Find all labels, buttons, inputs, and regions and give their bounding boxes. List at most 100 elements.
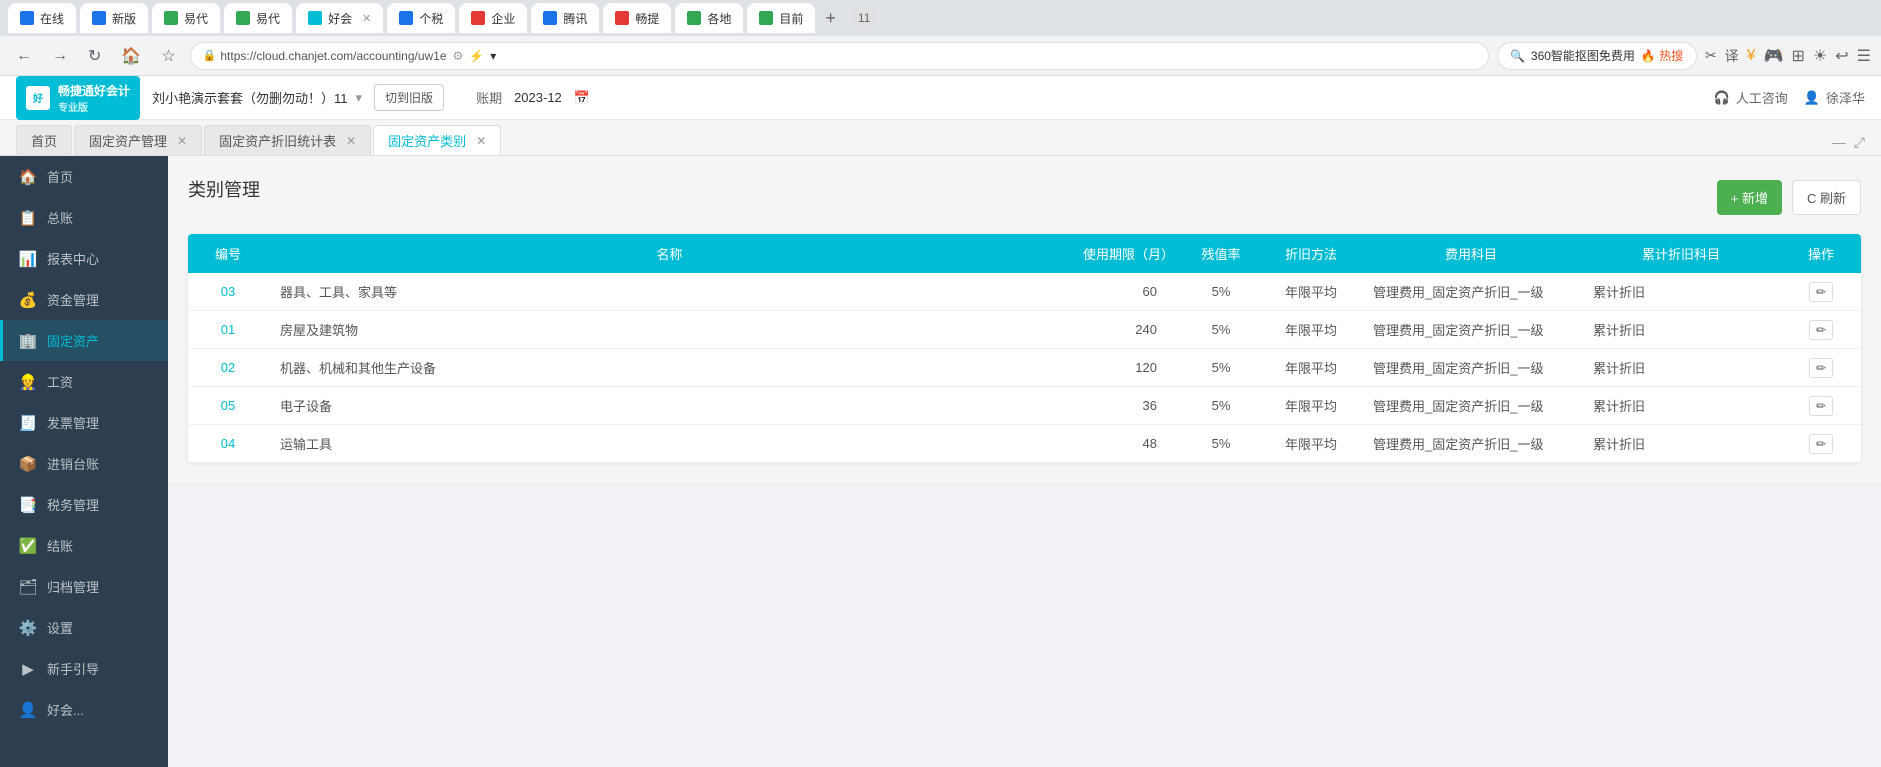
sidebar-item-checkout[interactable]: ✅ 结账	[0, 525, 168, 566]
new-tab-button[interactable]: +	[819, 8, 842, 29]
cell-code-0[interactable]: 03	[188, 273, 268, 311]
add-button[interactable]: + 新增	[1717, 180, 1782, 215]
tab-label-3: 易代	[256, 10, 280, 27]
undo-icon: ↩	[1835, 46, 1848, 66]
browser-tab-5[interactable]: 个税	[387, 3, 455, 33]
sidebar-item-home[interactable]: 🏠 首页	[0, 156, 168, 197]
browser-tab-2[interactable]: 易代	[152, 3, 220, 33]
browser-tab-10[interactable]: 目前	[747, 3, 815, 33]
cell-code-4[interactable]: 04	[188, 425, 268, 463]
col-header-op: 操作	[1781, 234, 1861, 273]
funds-icon: 💰	[19, 291, 37, 309]
cell-action-3[interactable]: ✏	[1781, 387, 1861, 425]
tab-label-4: 好会	[328, 10, 352, 27]
back-button[interactable]: ←	[10, 43, 38, 69]
sidebar-item-archive[interactable]: 🗂 归档管理	[0, 566, 168, 607]
browser-tab-9[interactable]: 各地	[675, 3, 743, 33]
forward-button[interactable]: →	[46, 43, 74, 69]
toolbar: + 新增 C 刷新	[1717, 180, 1861, 215]
browser-tab-0[interactable]: 在线	[8, 3, 76, 33]
sidebar-item-fixed-asset[interactable]: 🏢 固定资产	[0, 320, 168, 361]
home-button[interactable]: 🏠	[115, 42, 147, 70]
col-header-rate: 残值率	[1181, 234, 1261, 273]
address-bar[interactable]: 🔒 https://cloud.chanjet.com/accounting/u…	[190, 42, 1489, 70]
guide-icon: ▶	[19, 660, 37, 678]
cell-accum-3: 累计折旧	[1581, 387, 1781, 425]
switch-version-button[interactable]: 切到旧版	[374, 84, 444, 111]
sidebar-item-invoice[interactable]: 🧾 发票管理	[0, 402, 168, 443]
edit-icon-0[interactable]: ✏	[1809, 282, 1833, 302]
sidebar-label-profile: 好会...	[47, 700, 84, 719]
bookmark-button[interactable]: ☆	[155, 42, 181, 70]
cell-expense-4: 管理费用_固定资产折旧_一级	[1361, 425, 1581, 463]
user-area[interactable]: 👤 徐泽华	[1804, 88, 1865, 107]
sidebar-item-salary[interactable]: 👷 工资	[0, 361, 168, 402]
tab-label-5: 个税	[419, 10, 443, 27]
cell-code-2[interactable]: 02	[188, 349, 268, 387]
browser-tab-3[interactable]: 易代	[224, 3, 292, 33]
expand-icon[interactable]: ⤢	[1854, 134, 1865, 151]
browser-tab-7[interactable]: 腾讯	[531, 3, 599, 33]
content-area: 类别管理 + 新增 C 刷新 编号 名称 使用期限（月） 残值率 折旧方法 费用…	[168, 156, 1881, 483]
close-icon-4[interactable]: ✕	[362, 12, 371, 25]
tab-close-fixed-asset-mgmt[interactable]: ✕	[177, 134, 187, 148]
sidebar-item-tax[interactable]: 📑 税务管理	[0, 484, 168, 525]
sidebar-item-reports[interactable]: 📊 报表中心	[0, 238, 168, 279]
tab-icon-9	[687, 11, 701, 25]
tab-icon-7	[543, 11, 557, 25]
main-layout: 🏠 首页 📋 总账 📊 报表中心 💰 资金管理 🏢 固定资产 👷 工资 🧾 发票…	[0, 156, 1881, 767]
cell-code-3[interactable]: 05	[188, 387, 268, 425]
cell-rate-2: 5%	[1181, 349, 1261, 387]
home-icon: 🏠	[19, 168, 37, 186]
cell-code-1[interactable]: 01	[188, 311, 268, 349]
col-header-method: 折旧方法	[1261, 234, 1361, 273]
consult-area[interactable]: 🎧 人工咨询	[1714, 88, 1788, 107]
table-body: 03 器具、工具、家具等 60 5% 年限平均 管理费用_固定资产折旧_一级 累…	[188, 273, 1861, 463]
sidebar-label-salary: 工资	[47, 372, 73, 391]
app-name: 畅捷通好会计	[58, 82, 130, 99]
browser-tab-4[interactable]: 好会 ✕	[296, 3, 383, 33]
category-table: 编号 名称 使用期限（月） 残值率 折旧方法 费用科目 累计折旧科目 操作 03…	[188, 234, 1861, 463]
search-bar[interactable]: 🔍 360智能抠图免费用 🔥 热搜	[1497, 42, 1697, 70]
sidebar-label-archive: 归档管理	[47, 577, 99, 596]
browser-tab-6[interactable]: 企业	[459, 3, 527, 33]
tab-home[interactable]: 首页	[16, 125, 72, 155]
menu-icon[interactable]: ☰	[1857, 46, 1871, 66]
dropdown-icon[interactable]: ▾	[356, 90, 363, 106]
edit-icon-2[interactable]: ✏	[1809, 358, 1833, 378]
tab-fixed-asset-mgmt[interactable]: 固定资产管理 ✕	[74, 125, 202, 155]
browser-tab-8[interactable]: 畅提	[603, 3, 671, 33]
refresh-button[interactable]: C 刷新	[1792, 180, 1861, 215]
consult-label: 人工咨询	[1736, 88, 1788, 107]
sidebar-item-profile[interactable]: 👤 好会...	[0, 689, 168, 730]
tab-fixed-asset-category[interactable]: 固定资产类别 ✕	[373, 125, 501, 155]
col-header-name: 名称	[268, 234, 1071, 273]
tab-close-category[interactable]: ✕	[476, 134, 486, 148]
browser-tab-1[interactable]: 新版	[80, 3, 148, 33]
sidebar-item-settings[interactable]: ⚙️ 设置	[0, 607, 168, 648]
tab-fixed-asset-depreciation[interactable]: 固定资产折旧统计表 ✕	[204, 125, 371, 155]
edit-icon-4[interactable]: ✏	[1809, 434, 1833, 454]
cell-rate-4: 5%	[1181, 425, 1261, 463]
cell-action-2[interactable]: ✏	[1781, 349, 1861, 387]
edit-icon-3[interactable]: ✏	[1809, 396, 1833, 416]
cell-action-1[interactable]: ✏	[1781, 311, 1861, 349]
edit-icon-1[interactable]: ✏	[1809, 320, 1833, 340]
page-header: 类别管理 + 新增 C 刷新	[188, 176, 1861, 218]
sidebar-item-purchase-sale[interactable]: 📦 进销台账	[0, 443, 168, 484]
cell-action-0[interactable]: ✏	[1781, 273, 1861, 311]
sidebar-item-funds[interactable]: 💰 资金管理	[0, 279, 168, 320]
cell-accum-0: 累计折旧	[1581, 273, 1781, 311]
sidebar-item-guide[interactable]: ▶ 新手引导	[0, 648, 168, 689]
sidebar-item-ledger[interactable]: 📋 总账	[0, 197, 168, 238]
tab-label-9: 各地	[707, 10, 731, 27]
cell-action-4[interactable]: ✏	[1781, 425, 1861, 463]
minimize-icon[interactable]: —	[1832, 134, 1846, 151]
fixed-asset-icon: 🏢	[19, 332, 37, 350]
calendar-icon[interactable]: 📅	[574, 90, 590, 106]
currency-icon: ¥	[1747, 47, 1756, 65]
reload-button[interactable]: ↻	[82, 42, 107, 70]
cell-name-2: 机器、机械和其他生产设备	[268, 349, 1071, 387]
cell-expense-2: 管理费用_固定资产折旧_一级	[1361, 349, 1581, 387]
tab-close-depreciation[interactable]: ✕	[346, 134, 356, 148]
